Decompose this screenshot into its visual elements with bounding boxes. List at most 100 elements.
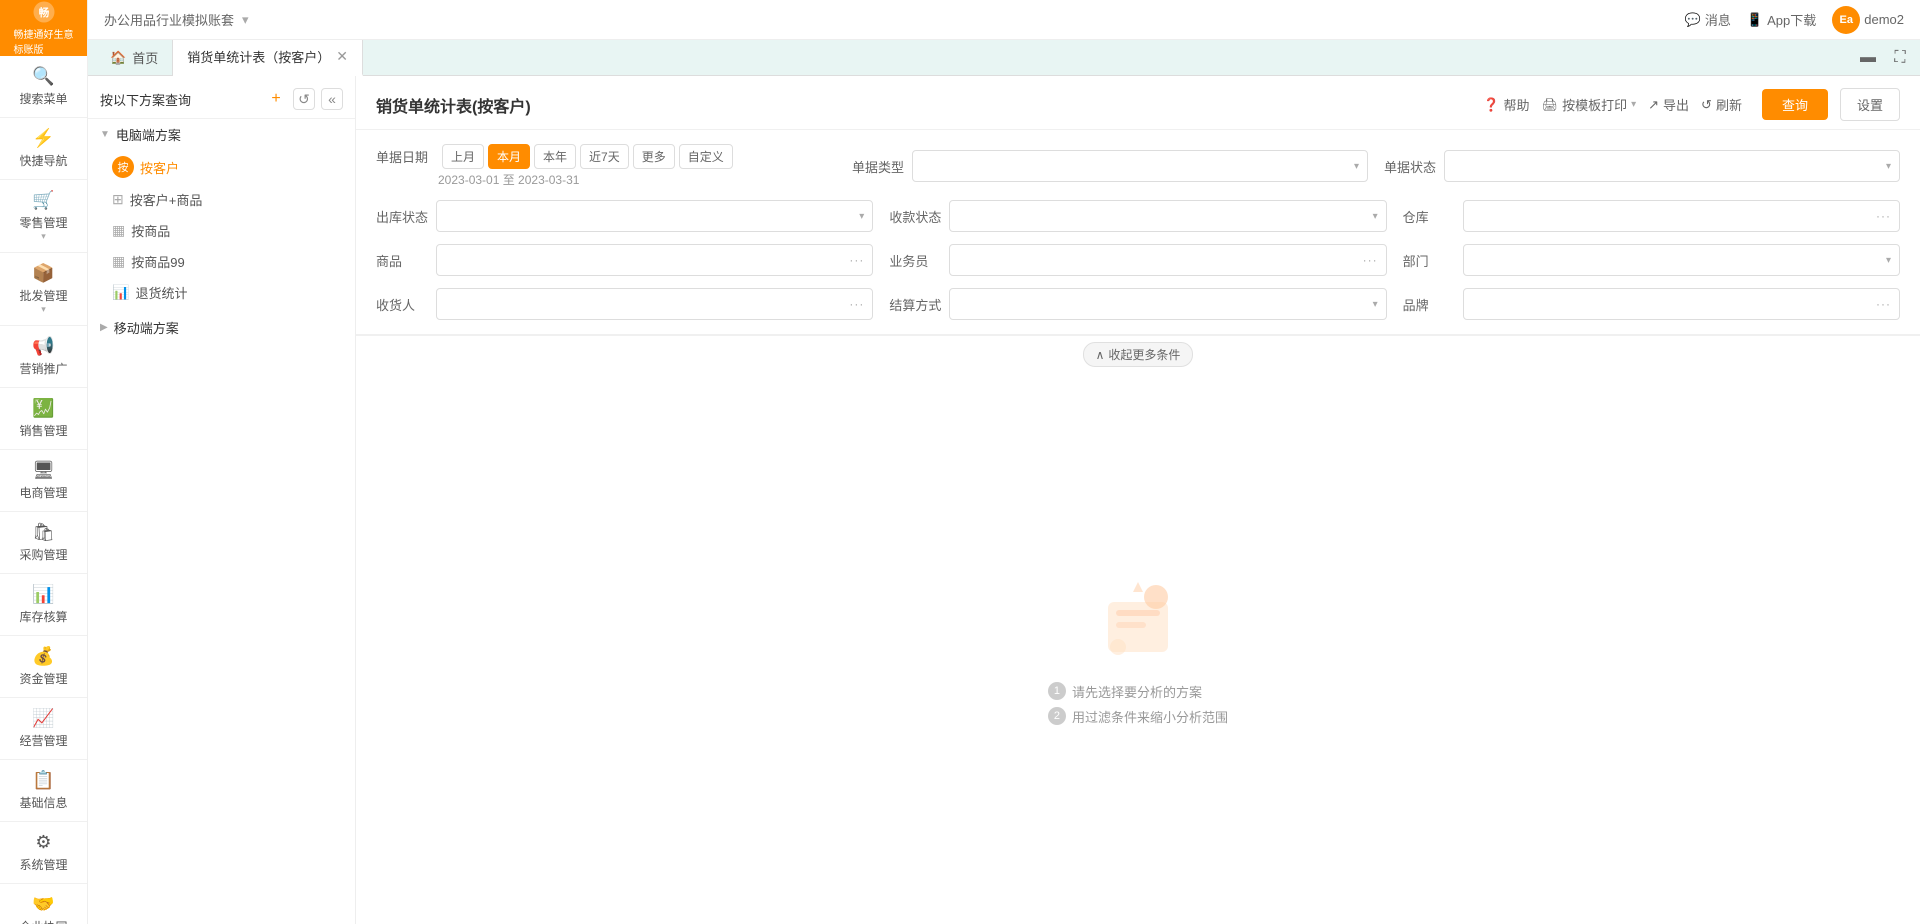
user-info[interactable]: Ea demo2 [1832,6,1904,34]
tab-sales-stats[interactable]: 销货单统计表（按客户） ✕ [173,40,363,76]
retail-icon: 🛒 [32,190,54,211]
finance-icon: 💰 [32,646,54,667]
date-picker-group: 上月 本月 本年 近7天 更多 自定义 [442,144,733,169]
sidebar-item-quicknav[interactable]: ⚡ 快捷导航 [0,118,88,180]
goods-select[interactable]: ··· [436,244,873,276]
sidebar-item-enterprise[interactable]: 🤝 企业协同 [0,884,88,924]
receiver-dots: ··· [849,297,864,311]
print-btn[interactable]: 🖨 按模板打印 ▾ [1542,95,1637,114]
filter-date: 单据日期 上月 本月 本年 近7天 更多 自定义 2023-03-01 至 20… [376,144,836,188]
filter-row-4: 收货人 ··· 结算方式 ▾ 品牌 [376,288,1900,320]
dept-select[interactable]: ▾ [1463,244,1900,276]
sidebar-item-basic[interactable]: 📋 基础信息 [0,760,88,822]
sidebar-item-search[interactable]: 🔍 搜索菜单 [0,56,88,118]
date-btn-this-month[interactable]: 本月 [488,144,530,169]
tree-item-by-goods[interactable]: ▦ 按商品 [88,215,355,246]
tabbar: 🏠 首页 销货单统计表（按客户） ✕ ▬ ⛶ [88,40,1920,76]
brand-select[interactable]: ··· [1463,288,1900,320]
settings-button[interactable]: 设置 [1840,88,1900,121]
tree-group-label: 电脑端方案 [116,125,181,144]
filter-settle: 结算方式 ▾ [889,288,1386,320]
message-btn[interactable]: 💬 消息 [1685,10,1731,29]
doc-type-select[interactable]: ▾ [912,150,1368,182]
wholesale-arrow: ▾ [41,304,46,315]
tabbar-actions: ▬ ⛶ [1856,46,1912,70]
logo-icon: 畅 [28,0,60,24]
recv-status-select[interactable]: ▾ [949,200,1386,232]
salesperson-select[interactable]: ··· [949,244,1386,276]
sales-icon: 💹 [32,398,54,419]
receiver-label: 收货人 [376,295,436,314]
ecommerce-icon: 🖥 [32,460,55,481]
out-status-select[interactable]: ▾ [436,200,873,232]
tab-maximize-btn[interactable]: ⛶ [1888,46,1912,70]
sidebar-item-ecommerce[interactable]: 🖥 电商管理 [0,450,88,512]
salesperson-label: 业务员 [889,251,949,270]
sidebar-item-finance[interactable]: 💰 资金管理 [0,636,88,698]
tree-group-desktop[interactable]: ▼ 电脑端方案 [88,119,355,150]
system-icon: ⚙ [35,832,51,853]
collapse-panel-btn[interactable]: « [321,88,343,110]
print-icon: 🖨 [1542,97,1559,113]
filter-row-1: 单据日期 上月 本月 本年 近7天 更多 自定义 2023-03-01 至 20… [376,144,1900,188]
help-btn[interactable]: ❓ 帮助 [1483,95,1529,114]
collapse-filter-btn[interactable]: ∧ 收起更多条件 [1083,342,1194,367]
query-button[interactable]: 查询 [1762,89,1828,120]
enterprise-icon: 🤝 [32,894,54,915]
tree-group-mobile[interactable]: ▶ 移动端方案 [88,312,355,343]
marketing-icon: 📢 [32,336,54,357]
date-btn-7days[interactable]: 近7天 [580,144,629,169]
tree-item-return-stats[interactable]: 📊 退货统计 [88,277,355,308]
doc-status-label: 单据状态 [1384,157,1444,176]
sidebar-item-wholesale[interactable]: 📦 批发管理 ▾ [0,253,88,326]
export-btn[interactable]: ↗ 导出 [1648,95,1689,114]
print-dropdown-icon: ▾ [1631,99,1636,110]
date-btn-this-year[interactable]: 本年 [534,144,576,169]
tree-item-by-goods-99[interactable]: ▦ 按商品99 [88,246,355,277]
tree-item-by-customer-goods[interactable]: ⊞ 按客户+商品 [88,184,355,215]
tree-item-by-customer[interactable]: 按 按客户 [88,150,355,184]
date-btn-more[interactable]: 更多 [633,144,675,169]
warehouse-select[interactable]: ··· [1463,200,1900,232]
tab-minimize-btn[interactable]: ▬ [1856,46,1880,70]
date-btn-custom[interactable]: 自定义 [679,144,733,169]
sidebar-item-system[interactable]: ⚙ 系统管理 [0,822,88,884]
app-download-btn[interactable]: 📱 App下载 [1747,10,1816,29]
out-status-label: 出库状态 [376,207,436,226]
filter-salesperson: 业务员 ··· [889,244,1386,276]
doc-status-select[interactable]: ▾ [1444,150,1900,182]
page-actions: ❓ 帮助 🖨 按模板打印 ▾ ↗ 导出 ↺ 刷新 [1483,88,1900,121]
empty-hints: 1 请先选择要分析的方案 2 用过滤条件来缩小分析范围 [1048,682,1228,726]
receiver-select[interactable]: ··· [436,288,873,320]
sidebar-item-purchase[interactable]: 🛍 采购管理 [0,512,88,574]
table-icon-2: ▦ [112,253,125,270]
tab-home[interactable]: 🏠 首页 [96,40,173,76]
date-label: 单据日期 [376,147,436,166]
grid-icon: ⊞ [112,191,124,208]
app-logo: 畅 畅捷通好生意 标账版 [0,0,88,56]
date-btn-last-month[interactable]: 上月 [442,144,484,169]
content-area: 按以下方案查询 + ↺ « ▼ 电脑端方案 按 按客户 ⊞ 按客户+商品 [88,76,1920,924]
sidebar-item-inventory[interactable]: 📊 库存核算 [0,574,88,636]
page-title: 销货单统计表(按客户) [376,93,531,117]
filter-doc-status: 单据状态 ▾ [1384,150,1900,182]
breadcrumb-dropdown-icon[interactable]: ▾ [242,12,249,28]
sidebar: 畅 畅捷通好生意 标账版 🔍 搜索菜单 ⚡ 快捷导航 🛒 零售管理 ▾ 📦 批发… [0,0,88,924]
main-area: 办公用品行业模拟账套 ▾ 💬 消息 📱 App下载 Ea demo2 🏠 首页 [88,0,1920,924]
tab-close-btn[interactable]: ✕ [336,48,348,65]
export-icon: ↗ [1648,97,1659,113]
topbar-right: 💬 消息 📱 App下载 Ea demo2 [1685,6,1904,34]
filter-row-2: 出库状态 ▾ 收款状态 ▾ 仓库 [376,200,1900,232]
sidebar-item-sales[interactable]: 💹 销售管理 [0,388,88,450]
settle-select[interactable]: ▾ [949,288,1386,320]
filter-row-3: 商品 ··· 业务员 ··· 部门 [376,244,1900,276]
refresh-btn[interactable]: ↺ 刷新 [1701,95,1742,114]
topbar: 办公用品行业模拟账套 ▾ 💬 消息 📱 App下载 Ea demo2 [88,0,1920,40]
add-scheme-btn[interactable]: + [265,88,287,110]
filter-warehouse: 仓库 ··· [1403,200,1900,232]
sidebar-item-marketing[interactable]: 📢 营销推广 [0,326,88,388]
sidebar-item-retail[interactable]: 🛒 零售管理 ▾ [0,180,88,253]
sidebar-item-operations[interactable]: 📈 经营管理 [0,698,88,760]
filter-dept: 部门 ▾ [1403,244,1900,276]
refresh-scheme-btn[interactable]: ↺ [293,88,315,110]
